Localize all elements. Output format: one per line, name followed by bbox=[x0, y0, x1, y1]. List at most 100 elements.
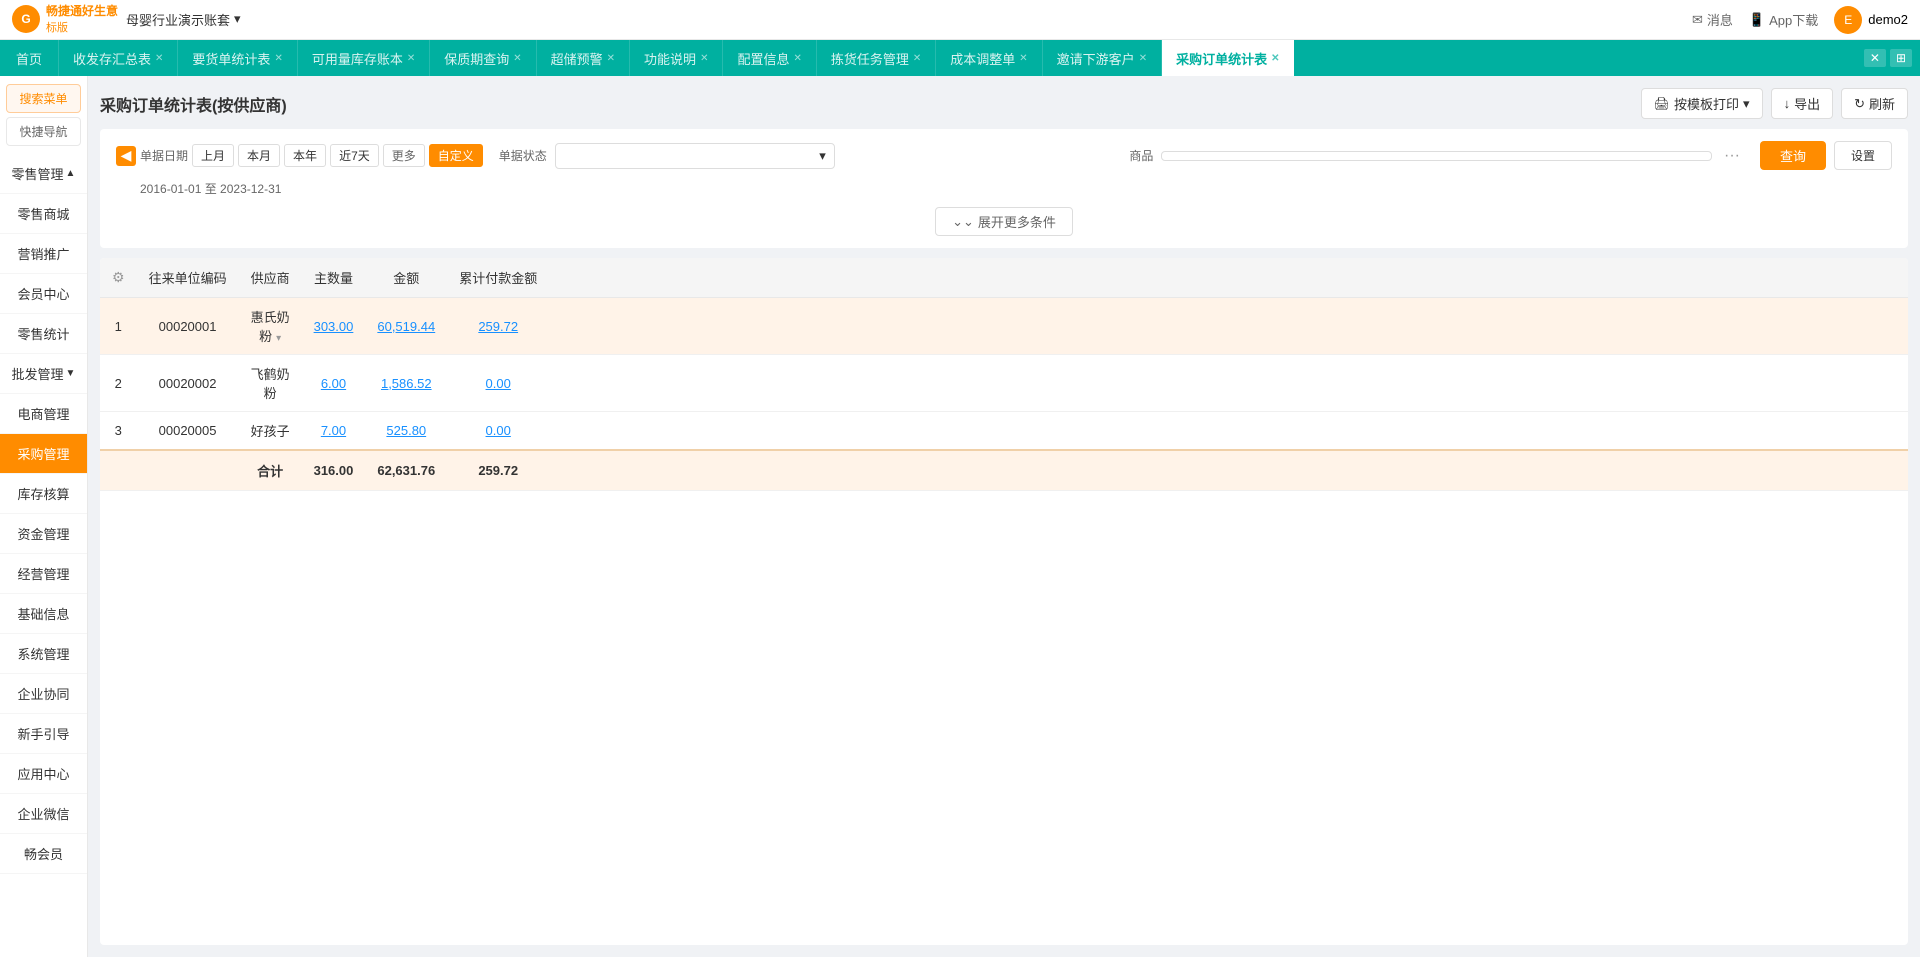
sidebar-item-marketing[interactable]: 营销推广 bbox=[0, 234, 87, 274]
settings-btn[interactable]: 设置 bbox=[1834, 141, 1892, 170]
sidebar-item-member-label: 畅会员 bbox=[24, 847, 63, 862]
tab-overstock-alert-close[interactable]: ✕ bbox=[607, 53, 615, 64]
row-amount[interactable]: 60,519.44 bbox=[365, 298, 447, 355]
goods-input[interactable] bbox=[1161, 151, 1712, 161]
chevron-up-icon: ▲ bbox=[66, 168, 76, 179]
sidebar-item-system-label: 系统管理 bbox=[17, 647, 69, 662]
app-download-action[interactable]: 📱 App下载 bbox=[1749, 10, 1818, 29]
workspace-chevron: ▾ bbox=[234, 11, 241, 27]
page-container: 采购订单统计表(按供应商) 🖨 按模板打印 ▾ ↓ 导出 ↻ 刷新 bbox=[88, 76, 1920, 957]
row-supplier: 飞鹤奶粉 bbox=[239, 355, 302, 412]
sidebar-item-app-center[interactable]: 应用中心 bbox=[0, 754, 87, 794]
tab-receive-send[interactable]: 收发存汇总表 ✕ bbox=[59, 40, 178, 76]
export-btn[interactable]: ↓ 导出 bbox=[1771, 88, 1834, 119]
tab-expiry-query[interactable]: 保质期查询 ✕ bbox=[430, 40, 536, 76]
user-area[interactable]: E demo2 bbox=[1834, 6, 1908, 34]
custom-date-btn[interactable]: 自定义 bbox=[429, 144, 483, 167]
tab-config-info-close[interactable]: ✕ bbox=[793, 53, 801, 64]
col-settings[interactable]: ⚙ bbox=[100, 258, 137, 298]
sidebar-item-operations-label: 经营管理 bbox=[17, 567, 69, 582]
tab-home[interactable]: 首页 bbox=[0, 40, 59, 76]
quick-nav-btn[interactable]: 快捷导航 bbox=[6, 117, 81, 146]
avatar: E bbox=[1834, 6, 1862, 34]
tab-purchase-stats[interactable]: 采购订单统计表 ✕ bbox=[1162, 40, 1294, 76]
top-bar-right: ✉ 消息 📱 App下载 E demo2 bbox=[1692, 6, 1908, 34]
shortcut-this-month[interactable]: 本月 bbox=[238, 144, 280, 167]
footer-amount: 62,631.76 bbox=[365, 450, 447, 491]
sidebar-item-purchase[interactable]: 采购管理 bbox=[0, 434, 87, 474]
tab-function-desc-close[interactable]: ✕ bbox=[700, 53, 708, 64]
tab-order-stats-close[interactable]: ✕ bbox=[274, 53, 282, 64]
shortcut-more[interactable]: 更多 bbox=[383, 144, 425, 167]
sidebar-item-wholesale[interactable]: 批发管理 ▼ bbox=[0, 354, 87, 394]
print-btn[interactable]: 🖨 按模板打印 ▾ bbox=[1641, 88, 1763, 119]
sidebar-item-retail[interactable]: 零售管理 ▲ bbox=[0, 154, 87, 194]
close-all-tabs-btn[interactable]: ✕ bbox=[1864, 49, 1886, 67]
date-shortcuts: 上月 本月 本年 近7天 更多 bbox=[192, 144, 425, 167]
sidebar-item-retail-label: 零售管理 bbox=[12, 164, 64, 183]
header-actions: 🖨 按模板打印 ▾ ↓ 导出 ↻ 刷新 bbox=[1641, 88, 1909, 119]
tab-config-info[interactable]: 配置信息 ✕ bbox=[723, 40, 816, 76]
tab-purchase-stats-close[interactable]: ✕ bbox=[1271, 53, 1279, 64]
shortcut-last-month[interactable]: 上月 bbox=[192, 144, 234, 167]
tab-function-desc[interactable]: 功能说明 ✕ bbox=[630, 40, 723, 76]
more-filters-btn[interactable]: ··· bbox=[1720, 147, 1744, 165]
sidebar-search-area: 搜索菜单 快捷导航 bbox=[0, 76, 87, 154]
shortcut-7days[interactable]: 近7天 bbox=[330, 144, 379, 167]
tab-order-stats[interactable]: 要货单统计表 ✕ bbox=[178, 40, 297, 76]
sidebar-item-system[interactable]: 系统管理 bbox=[0, 634, 87, 674]
shortcut-this-year[interactable]: 本年 bbox=[284, 144, 326, 167]
sidebar-item-operations[interactable]: 经营管理 bbox=[0, 554, 87, 594]
tab-overstock-alert[interactable]: 超储预警 ✕ bbox=[537, 40, 630, 76]
maximize-btn[interactable]: ⊞ bbox=[1890, 49, 1912, 67]
goods-filter-group: 商品 ··· bbox=[1129, 147, 1744, 165]
tab-cost-adjust-close[interactable]: ✕ bbox=[1019, 53, 1027, 64]
workspace-selector[interactable]: 母婴行业演示账套 ▾ bbox=[126, 10, 241, 29]
supplier-expand-icon[interactable]: ▾ bbox=[276, 333, 281, 344]
page-title: 采购订单统计表(按供应商) bbox=[100, 92, 287, 116]
row-quantity[interactable]: 303.00 bbox=[302, 298, 366, 355]
row-paid[interactable]: 259.72 bbox=[447, 298, 549, 355]
row-amount[interactable]: 1,586.52 bbox=[365, 355, 447, 412]
row-quantity[interactable]: 6.00 bbox=[302, 355, 366, 412]
row-amount[interactable]: 525.80 bbox=[365, 412, 447, 451]
table-footer: 合计 316.00 62,631.76 259.72 bbox=[100, 450, 1908, 491]
sidebar-item-retail-stats[interactable]: 零售统计 bbox=[0, 314, 87, 354]
tab-pick-task-close[interactable]: ✕ bbox=[913, 53, 921, 64]
row-quantity[interactable]: 7.00 bbox=[302, 412, 366, 451]
sidebar-item-member[interactable]: 畅会员 bbox=[0, 834, 87, 874]
sidebar-item-basic-info-label: 基础信息 bbox=[17, 607, 69, 622]
refresh-btn[interactable]: ↻ 刷新 bbox=[1841, 88, 1908, 119]
sidebar-item-membership[interactable]: 会员中心 bbox=[0, 274, 87, 314]
row-paid[interactable]: 0.00 bbox=[447, 412, 549, 451]
tab-invite-downstream-close[interactable]: ✕ bbox=[1139, 53, 1147, 64]
date-collapse-btn[interactable]: ◀ bbox=[116, 146, 136, 166]
sidebar-item-enterprise-coop[interactable]: 企业协同 bbox=[0, 674, 87, 714]
sidebar-item-finance[interactable]: 资金管理 bbox=[0, 514, 87, 554]
tab-expiry-query-close[interactable]: ✕ bbox=[513, 53, 521, 64]
sidebar-item-new-guide[interactable]: 新手引导 bbox=[0, 714, 87, 754]
tab-available-stock-close[interactable]: ✕ bbox=[407, 53, 415, 64]
message-action[interactable]: ✉ 消息 bbox=[1692, 10, 1733, 29]
tab-available-stock-label: 可用量库存账本 bbox=[312, 49, 403, 68]
sidebar-item-inventory[interactable]: 库存核算 bbox=[0, 474, 87, 514]
sidebar-item-enterprise-wechat[interactable]: 企业微信 bbox=[0, 794, 87, 834]
status-select[interactable]: ▾ bbox=[555, 143, 835, 169]
sidebar-item-retail-store[interactable]: 零售商城 bbox=[0, 194, 87, 234]
row-paid[interactable]: 0.00 bbox=[447, 355, 549, 412]
tab-receive-send-close[interactable]: ✕ bbox=[155, 53, 163, 64]
tab-cost-adjust[interactable]: 成本调整单 ✕ bbox=[936, 40, 1042, 76]
search-menu-btn[interactable]: 搜索菜单 bbox=[6, 84, 81, 113]
col-amount: 金额 bbox=[365, 258, 447, 298]
expand-conditions-btn[interactable]: ⌄⌄ 展开更多条件 bbox=[935, 207, 1073, 236]
tab-invite-downstream[interactable]: 邀请下游客户 ✕ bbox=[1043, 40, 1162, 76]
sidebar-item-basic-info[interactable]: 基础信息 bbox=[0, 594, 87, 634]
sidebar-item-app-center-label: 应用中心 bbox=[17, 767, 69, 782]
filter-row-main: ◀ 单据日期 上月 本月 本年 近7天 更多 自定义 单据状态 bbox=[116, 141, 1892, 170]
tab-pick-task[interactable]: 拣货任务管理 ✕ bbox=[817, 40, 936, 76]
sidebar-item-enterprise-wechat-label: 企业微信 bbox=[17, 807, 69, 822]
status-filter-label: 单据状态 bbox=[499, 147, 547, 164]
tab-available-stock[interactable]: 可用量库存账本 ✕ bbox=[298, 40, 430, 76]
query-btn[interactable]: 查询 bbox=[1760, 141, 1826, 170]
sidebar-item-ecommerce[interactable]: 电商管理 bbox=[0, 394, 87, 434]
